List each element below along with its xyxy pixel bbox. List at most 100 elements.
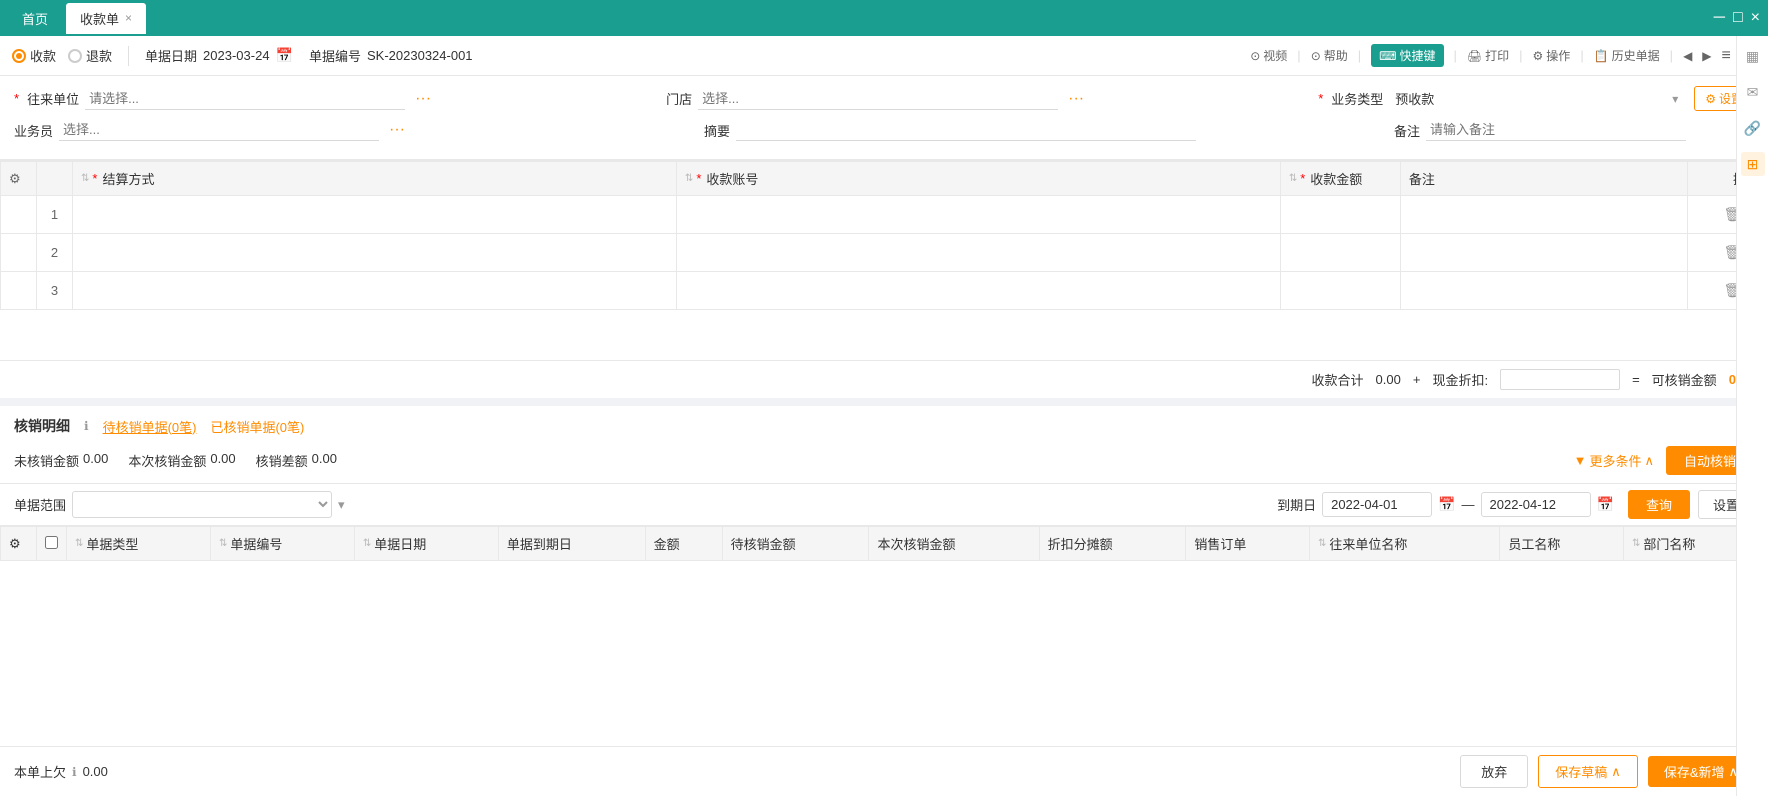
this-order-info-icon[interactable]: ℹ: [72, 765, 77, 779]
select-all-checkbox[interactable]: [45, 536, 58, 549]
sort-icon-amount[interactable]: ⇅: [1289, 173, 1297, 184]
diff-stat: 核销差额 0.00: [256, 451, 337, 470]
row3-amount[interactable]: [1280, 272, 1400, 310]
tab-active[interactable]: 收款单 ×: [66, 3, 146, 34]
row2-settlement[interactable]: [73, 234, 677, 272]
shortcut-action[interactable]: ⌨ 快捷键: [1371, 44, 1443, 67]
completed-tab[interactable]: 已核销单据(0笔): [210, 417, 304, 436]
equals-sign: =: [1632, 372, 1640, 387]
sort-counterpart[interactable]: ⇅: [1318, 538, 1326, 549]
right-sidebar: ▦ ✉ 🔗 ⊞: [1736, 36, 1768, 796]
sort-doc-num[interactable]: ⇅: [219, 538, 227, 549]
query-btn[interactable]: 查询: [1628, 490, 1690, 519]
store-more-btn[interactable]: ···: [1064, 90, 1088, 108]
counterpart-input[interactable]: [85, 88, 405, 110]
date-to-calendar-icon[interactable]: 📅: [1597, 496, 1614, 513]
row3-remark[interactable]: [1400, 272, 1687, 310]
business-type-chevron[interactable]: ▾: [1672, 92, 1678, 106]
table-settings-icon[interactable]: ⚙: [9, 171, 21, 186]
sort-doc-type[interactable]: ⇅: [75, 538, 83, 549]
summary-field: 摘要: [704, 119, 1334, 141]
radio-receive[interactable]: 收款: [12, 46, 56, 65]
discount-input[interactable]: [1500, 369, 1620, 390]
diff-value: 0.00: [312, 451, 337, 470]
row1-settlement[interactable]: [73, 196, 677, 234]
sidebar-expand-icon[interactable]: ⊞: [1741, 152, 1765, 176]
due-date-header: 单据到期日: [498, 527, 645, 561]
settings-gear-icon: ⚙: [1705, 92, 1716, 106]
remark-input[interactable]: [1426, 119, 1686, 141]
business-type-value: 预收款: [1395, 89, 1434, 108]
shortcut-label: 快捷键: [1399, 47, 1435, 64]
plus-sign: +: [1413, 372, 1421, 387]
sales-order-header: 销售订单: [1186, 527, 1310, 561]
close-button[interactable]: ×: [1751, 9, 1760, 27]
sort-icon-account[interactable]: ⇅: [685, 173, 693, 184]
video-action[interactable]: ⊙ 视频: [1250, 47, 1287, 64]
radio-refund-circle: [68, 49, 82, 63]
salesperson-more-btn[interactable]: ···: [385, 121, 409, 139]
video-icon: ⊙: [1250, 49, 1260, 63]
writeoff-table-header: ⚙ ⇅ 单据类型 ⇅: [1, 527, 1768, 561]
sort-doc-date[interactable]: ⇅: [363, 538, 371, 549]
abandon-button[interactable]: 放弃: [1460, 755, 1528, 788]
history-label: 历史单据: [1612, 47, 1660, 64]
pending-tab[interactable]: 待核销单据(0笔): [103, 417, 197, 436]
row3-account[interactable]: [676, 272, 1280, 310]
current-stat: 本次核销金额 0.00: [128, 451, 235, 470]
range-field: 单据范围 ▾: [14, 491, 1263, 518]
writeoff-info-icon[interactable]: ℹ: [84, 419, 89, 433]
draft-button[interactable]: 保存草稿 ∧: [1538, 755, 1638, 788]
range-select[interactable]: [72, 491, 332, 518]
history-action[interactable]: 📋 历史单据: [1594, 47, 1660, 64]
maximize-button[interactable]: □: [1733, 9, 1743, 27]
tab-close-icon[interactable]: ×: [125, 11, 132, 25]
table-row: 3 🗑 ⊕: [1, 272, 1768, 310]
sort-dept[interactable]: ⇅: [1632, 538, 1640, 549]
sidebar-mail-icon[interactable]: ✉: [1741, 80, 1765, 104]
row2-account[interactable]: [676, 234, 1280, 272]
date-from-input[interactable]: [1322, 492, 1432, 517]
more-conditions-btn[interactable]: ▼ 更多条件 ∧: [1574, 451, 1654, 470]
row1-account[interactable]: [676, 196, 1280, 234]
list-view[interactable]: ≡: [1722, 47, 1731, 65]
history-icon: 📋: [1594, 49, 1609, 63]
row2-remark[interactable]: [1400, 234, 1687, 272]
date-from-calendar-icon[interactable]: 📅: [1438, 496, 1455, 513]
calendar-icon[interactable]: 📅: [276, 47, 293, 64]
tab-home[interactable]: 首页: [8, 3, 62, 34]
draft-label: 保存草稿: [1555, 762, 1607, 781]
toolbar: 收款 退款 单据日期 2023-03-24 📅 单据编号 SK-20230324…: [0, 36, 1768, 76]
radio-refund[interactable]: 退款: [68, 46, 112, 65]
main-content: 收款 退款 单据日期 2023-03-24 📅 单据编号 SK-20230324…: [0, 36, 1768, 796]
date-label: 单据日期: [145, 46, 197, 65]
help-action[interactable]: ⊙ 帮助: [1311, 47, 1348, 64]
store-input[interactable]: [698, 88, 1058, 110]
row1-remark[interactable]: [1400, 196, 1687, 234]
current-label: 本次核销金额: [128, 451, 206, 470]
summary-input[interactable]: [736, 119, 1196, 141]
row2-amount[interactable]: [1280, 234, 1400, 272]
operation-action[interactable]: ⚙ 操作: [1533, 47, 1571, 64]
writeoff-settings-icon[interactable]: ⚙: [9, 536, 21, 551]
row1-amount[interactable]: [1280, 196, 1400, 234]
table-header: ⚙ ⇅ * 结算方式 ⇅ * 收款账号: [1, 162, 1768, 196]
number-field-group: 单据编号 SK-20230324-001: [309, 46, 473, 65]
date-to-input[interactable]: [1481, 492, 1591, 517]
sidebar-link-icon[interactable]: 🔗: [1741, 116, 1765, 140]
sidebar-table-icon[interactable]: ▦: [1741, 44, 1765, 68]
nav-prev[interactable]: ◀: [1683, 49, 1692, 63]
help-label: 帮助: [1324, 47, 1348, 64]
divider-1: [128, 46, 129, 66]
minimize-button[interactable]: ─: [1714, 9, 1725, 27]
print-action[interactable]: 🖨 打印: [1467, 47, 1509, 64]
row3-settlement[interactable]: [73, 272, 677, 310]
salesperson-input[interactable]: [59, 119, 379, 141]
nav-next[interactable]: ▶: [1702, 49, 1711, 63]
radio-receive-dot: [16, 53, 22, 59]
counterpart-more-btn[interactable]: ···: [411, 90, 435, 108]
sort-icon-settlement[interactable]: ⇅: [81, 173, 89, 184]
salesperson-label: 业务员: [14, 121, 53, 140]
this-order-value: 0.00: [83, 764, 108, 779]
settings-col-header[interactable]: ⚙: [1, 162, 37, 196]
